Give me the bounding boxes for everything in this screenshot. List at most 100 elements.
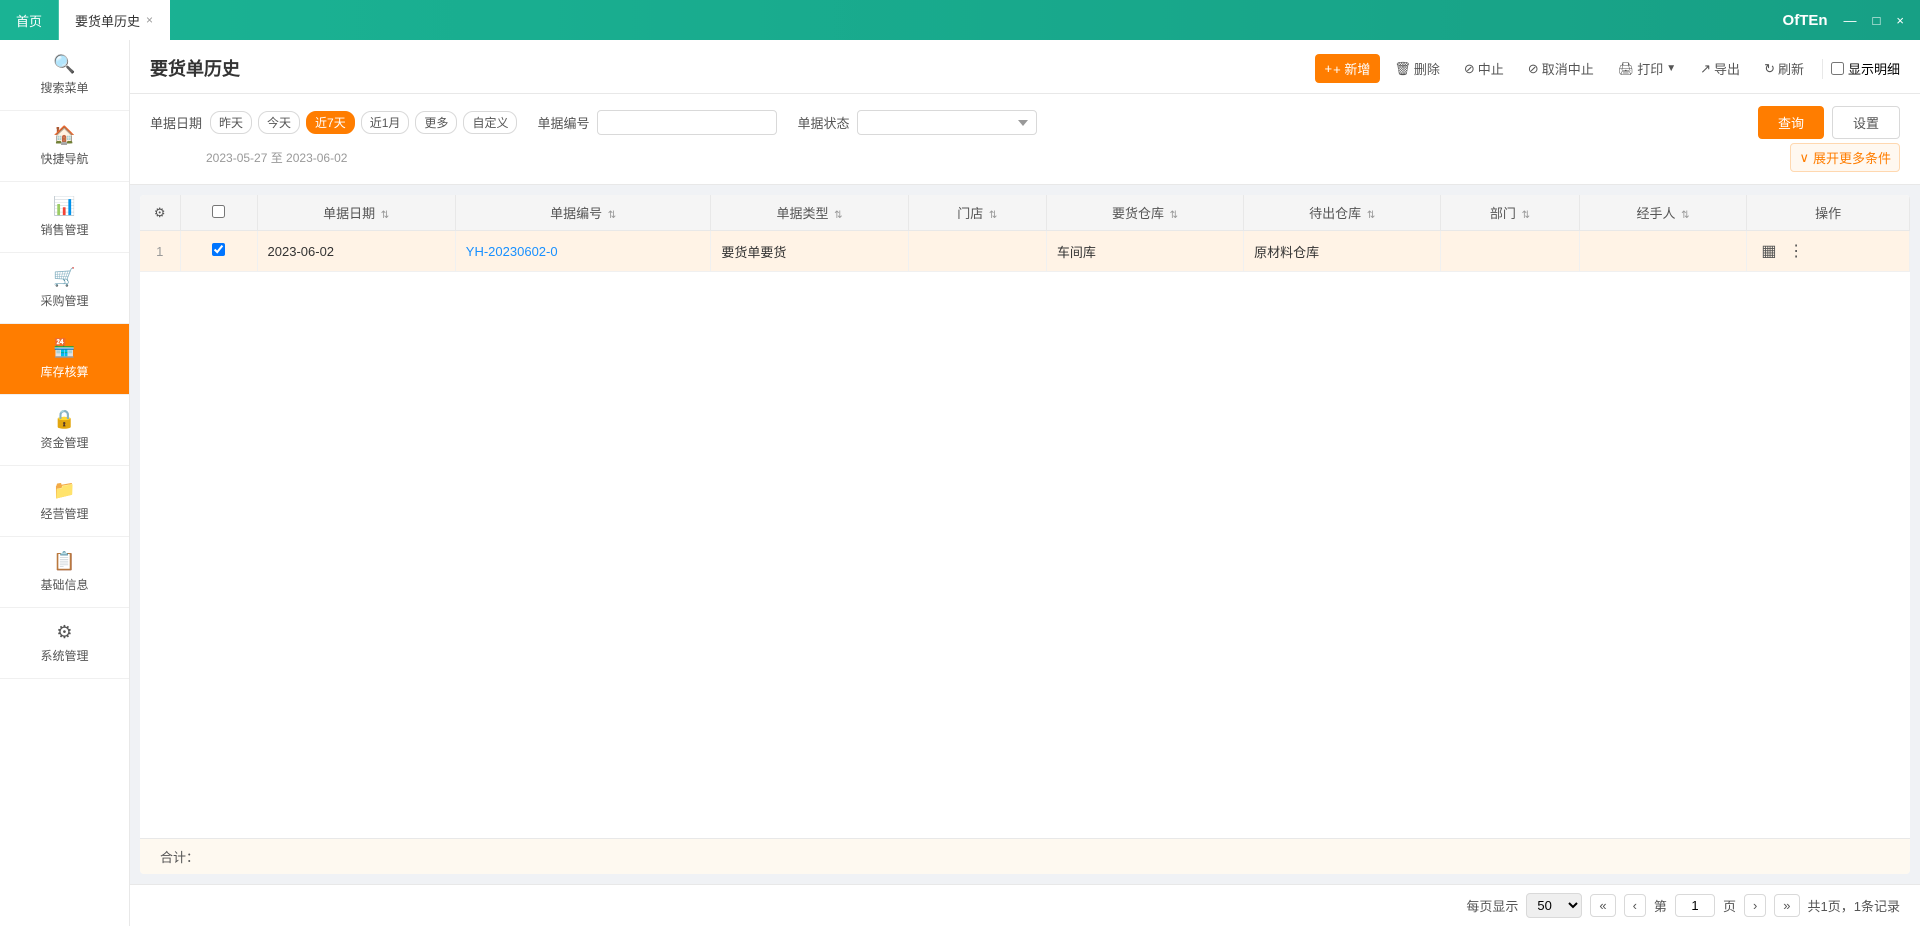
date-btn-more[interactable]: 更多 [415, 111, 457, 134]
col-docno: 单据编号 ⇅ [455, 195, 711, 231]
col-dept: 部门 ⇅ [1441, 195, 1579, 231]
date-btn-yesterday[interactable]: 昨天 [210, 111, 252, 134]
sort-pending-icon[interactable]: ⇅ [1367, 210, 1375, 221]
sidebar-item-basic[interactable]: 📋 基础信息 [0, 537, 129, 608]
search-icon: 🔍 [53, 54, 75, 75]
row-docno-cell[interactable]: YH-20230602-0 [455, 231, 711, 272]
sidebar-label-operation: 经营管理 [40, 505, 88, 522]
new-button[interactable]: + + 新增 [1315, 54, 1381, 83]
expand-conditions-btn[interactable]: ∨ 展开更多条件 [1790, 143, 1900, 172]
content-area: 要货单历史 + + 新增 🗑 删除 ⊘ 中止 ⊘ [130, 40, 1920, 926]
data-table: ⚙ 单据日期 ⇅ 单据编号 ⇅ [140, 195, 1910, 272]
table-row: 1 2023-06-02 YH-20230602-0 要货单要货 车间库 原材料… [140, 231, 1910, 272]
sidebar-item-purchase[interactable]: 🛒 采购管理 [0, 253, 129, 324]
sort-req-icon[interactable]: ⇅ [1170, 210, 1178, 221]
col-checkbox[interactable] [180, 195, 257, 231]
refresh-button[interactable]: ↻ 刷新 [1754, 54, 1814, 83]
col-store: 门店 ⇅ [908, 195, 1046, 231]
sort-store-icon[interactable]: ⇅ [989, 210, 997, 221]
sidebar-label-finance: 资金管理 [40, 434, 88, 451]
date-btn-custom[interactable]: 自定义 [463, 111, 517, 134]
expand-icon: ∨ [1799, 150, 1809, 166]
doc-link[interactable]: YH-20230602-0 [466, 244, 558, 259]
window-maximize[interactable]: □ [1873, 13, 1881, 28]
pagination-bar: 每页显示 50 10 20 100 « ‹ 第 页 › » 共1页，1条记录 [130, 884, 1920, 926]
tab-close-icon[interactable]: × [146, 13, 153, 27]
page-size-select[interactable]: 50 10 20 100 [1526, 893, 1582, 918]
window-close[interactable]: × [1896, 13, 1904, 28]
top-bar-right: OfTEn — □ × [1783, 12, 1920, 29]
total-label: 共1页，1条记录 [1808, 896, 1900, 915]
sort-docno-icon[interactable]: ⇅ [608, 210, 616, 221]
docno-label: 单据编号 [537, 113, 589, 132]
date-range-text: 2023-05-27 至 2023-06-02 [206, 149, 347, 166]
delete-button[interactable]: 🗑 删除 [1384, 54, 1450, 83]
stop-button[interactable]: ⊘ 中止 [1454, 54, 1514, 83]
window-minimize[interactable]: — [1844, 13, 1857, 28]
sidebar-label-purchase: 采购管理 [40, 292, 88, 309]
settings-gear-icon[interactable]: ⚙ [154, 205, 166, 220]
page-input[interactable] [1675, 894, 1715, 917]
finance-icon: 🔒 [53, 409, 75, 430]
tab-history[interactable]: 要货单历史 × [59, 0, 170, 40]
row-reqwarehouse-cell: 车间库 [1046, 231, 1243, 272]
action-buttons: 查询 设置 [1758, 106, 1900, 139]
sidebar-item-inventory[interactable]: 🏪 库存核算 [0, 324, 129, 395]
export-button[interactable]: ↗ 导出 [1690, 54, 1750, 83]
sales-icon: 📊 [53, 196, 75, 217]
sidebar-item-system[interactable]: ⚙ 系统管理 [0, 608, 129, 679]
print-icon: 🖨 [1618, 61, 1635, 77]
sidebar-label-search: 搜索菜单 [40, 79, 88, 96]
sidebar-item-shortcut[interactable]: 🏠 快捷导航 [0, 111, 129, 182]
row-doctype-cell: 要货单要货 [711, 231, 908, 272]
tab-home[interactable]: 首页 [0, 0, 59, 40]
sidebar-item-search[interactable]: 🔍 搜索菜单 [0, 40, 129, 111]
status-select[interactable] [857, 110, 1037, 135]
op-more-button[interactable]: ⋮ [1784, 239, 1808, 263]
toolbar-separator [1822, 59, 1823, 79]
refresh-icon: ↻ [1764, 61, 1775, 77]
filter-row: 单据日期 昨天 今天 近7天 近1月 更多 自定义 单据编号 [150, 106, 1900, 139]
show-detail-toggle[interactable]: 显示明细 [1831, 59, 1900, 78]
cancel-stop-button[interactable]: ⊘ 取消中止 [1518, 54, 1604, 83]
col-settings[interactable]: ⚙ [140, 195, 180, 231]
status-label: 单据状态 [797, 113, 849, 132]
row-dept-cell [1441, 231, 1579, 272]
status-filter-group: 单据状态 [797, 110, 1037, 135]
filter-second-row: 2023-05-27 至 2023-06-02 ∨ 展开更多条件 [150, 143, 1900, 172]
basic-icon: 📋 [53, 551, 75, 572]
select-all-checkbox[interactable] [212, 205, 225, 218]
query-button[interactable]: 查询 [1758, 106, 1824, 139]
sidebar-item-finance[interactable]: 🔒 资金管理 [0, 395, 129, 466]
sidebar-item-sales[interactable]: 📊 销售管理 [0, 182, 129, 253]
inventory-icon: 🏪 [53, 338, 75, 359]
table-scroll-area: ⚙ 单据日期 ⇅ 单据编号 ⇅ [140, 195, 1910, 838]
docno-input[interactable] [597, 110, 777, 135]
home-icon: 🏠 [53, 125, 75, 146]
sort-doctype-icon[interactable]: ⇅ [834, 210, 842, 221]
date-btn-1month[interactable]: 近1月 [361, 111, 410, 134]
date-btn-today[interactable]: 今天 [258, 111, 300, 134]
table-body: 1 2023-06-02 YH-20230602-0 要货单要货 车间库 原材料… [140, 231, 1910, 272]
date-filter-group: 单据日期 昨天 今天 近7天 近1月 更多 自定义 [150, 111, 517, 134]
prev-page-button[interactable]: ‹ [1624, 894, 1646, 917]
cancel-stop-icon: ⊘ [1528, 61, 1539, 77]
row-store-cell [908, 231, 1046, 272]
sort-handler-icon[interactable]: ⇅ [1681, 210, 1689, 221]
op-view-button[interactable]: ▦ [1757, 239, 1780, 263]
operation-icon: 📁 [53, 480, 75, 501]
date-btn-7days[interactable]: 近7天 [306, 111, 355, 134]
row-checkbox-cell[interactable] [180, 231, 257, 272]
row-checkbox[interactable] [212, 243, 225, 256]
print-button[interactable]: 🖨 打印 ▼ [1608, 54, 1686, 83]
sort-date-icon[interactable]: ⇅ [381, 210, 389, 221]
settings-button[interactable]: 设置 [1832, 106, 1900, 139]
show-detail-checkbox[interactable] [1831, 62, 1844, 75]
sort-dept-icon[interactable]: ⇅ [1522, 210, 1530, 221]
last-page-button[interactable]: » [1774, 894, 1799, 917]
sidebar-label-system: 系统管理 [40, 647, 88, 664]
sidebar-item-operation[interactable]: 📁 经营管理 [0, 466, 129, 537]
page-title: 要货单历史 [150, 55, 240, 81]
next-page-button[interactable]: › [1744, 894, 1766, 917]
first-page-button[interactable]: « [1590, 894, 1615, 917]
